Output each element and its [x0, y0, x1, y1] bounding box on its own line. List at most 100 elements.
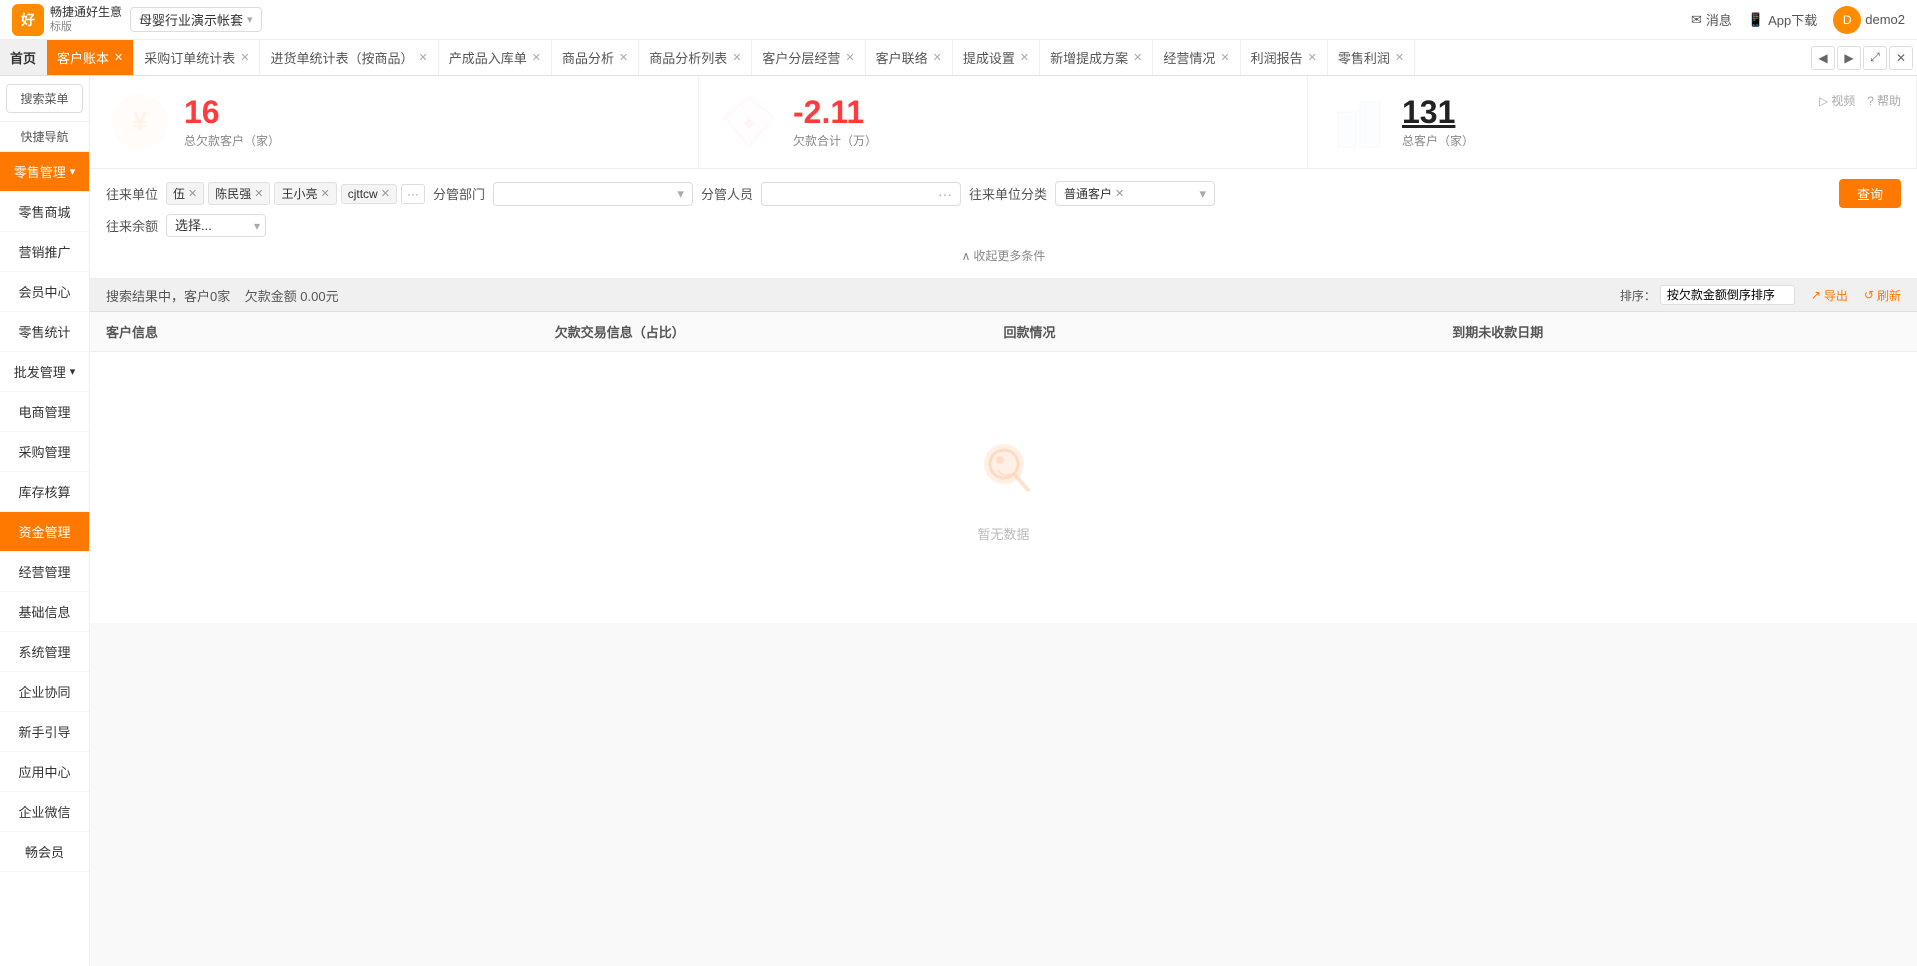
remove-tag-wu[interactable]: ✕ [188, 187, 197, 200]
sidebar-item-procurement[interactable]: 采购管理 [0, 432, 89, 472]
video-help-btn[interactable]: ▷ 视频 [1819, 92, 1855, 109]
sidebar-item-basic-info[interactable]: 基础信息 [0, 592, 89, 632]
remove-tag-wang[interactable]: ✕ [321, 187, 330, 200]
sidebar-item-marketing[interactable]: 营销推广 [0, 232, 89, 272]
sidebar-item-newbie-guide[interactable]: 新手引导 [0, 712, 89, 752]
remain-select[interactable]: 选择... [166, 214, 266, 237]
sidebar-item-retail-stats[interactable]: 零售统计 [0, 312, 89, 352]
query-button[interactable]: 查询 [1839, 179, 1901, 208]
close-icon[interactable]: ✕ [1395, 51, 1404, 64]
no-data-icon [964, 432, 1044, 512]
sidebar-item-vip[interactable]: 畅会员 [0, 832, 89, 872]
message-icon: ✉ [1691, 12, 1702, 28]
tab-add-commission[interactable]: 新增提成方案 ✕ [1040, 40, 1153, 76]
message-btn[interactable]: ✉ 消息 [1691, 10, 1732, 29]
app-label: App下载 [1768, 10, 1817, 29]
help-btn[interactable]: ? 帮助 [1867, 92, 1901, 109]
close-icon[interactable]: ✕ [240, 51, 249, 64]
search-result-info: 搜索结果中，客户0家 欠款金额 0.00元 [106, 286, 339, 305]
close-icon[interactable]: ✕ [1308, 51, 1317, 64]
close-icon[interactable]: ✕ [114, 51, 123, 64]
collapse-button[interactable]: ∧ 收起更多条件 [962, 247, 1046, 264]
tab-product-analysis[interactable]: 商品分析 ✕ [552, 40, 639, 76]
table-header: 客户信息 欠款交易信息（占比） 回款情况 到期未收款日期 [90, 312, 1917, 352]
close-icon[interactable]: ✕ [1220, 51, 1229, 64]
tab-customer-stratification[interactable]: 客户分层经营 ✕ [752, 40, 865, 76]
sidebar-item-system[interactable]: 系统管理 [0, 632, 89, 672]
sidebar-item-app-center[interactable]: 应用中心 [0, 752, 89, 792]
more-options-icon[interactable]: ··· [938, 186, 952, 202]
unit-tag-wu: 伍 ✕ [166, 182, 204, 205]
sidebar-item-retail-mall[interactable]: 零售商城 [0, 192, 89, 232]
more-tags-btn[interactable]: ··· [401, 184, 425, 204]
close-icon[interactable]: ✕ [1020, 51, 1029, 64]
sidebar-item-enterprise-wechat[interactable]: 企业微信 [0, 792, 89, 832]
user-menu[interactable]: D demo2 [1833, 6, 1905, 34]
sidebar-item-enterprise-collab[interactable]: 企业协同 [0, 672, 89, 712]
close-icon[interactable]: ✕ [419, 51, 428, 64]
sidebar-item-member-center[interactable]: 会员中心 [0, 272, 89, 312]
tab-product-analysis-list[interactable]: 商品分析列表 ✕ [639, 40, 752, 76]
person-label: 分管人员 [701, 184, 753, 203]
close-icon[interactable]: ✕ [532, 51, 541, 64]
tab-customer-ledger[interactable]: 客户账本 ✕ [47, 40, 134, 76]
tab-purchase-order-stats[interactable]: 采购订单统计表 ✕ [134, 40, 260, 76]
remain-select-wrap: 选择... [166, 214, 266, 237]
sidebar-item-inventory[interactable]: 库存核算 [0, 472, 89, 512]
sort-area: 排序： 按欠款金额倒序排序 [1620, 285, 1795, 305]
sort-select[interactable]: 按欠款金额倒序排序 [1660, 285, 1795, 305]
category-input[interactable]: 普通客户 ✕ ▾ [1055, 181, 1215, 206]
tab-retail-profit[interactable]: 零售利润 ✕ [1328, 40, 1415, 76]
remove-tag-chen[interactable]: ✕ [254, 187, 263, 200]
chevron-down-icon: ▾ [70, 365, 76, 378]
refresh-button[interactable]: ↺ 刷新 [1864, 287, 1901, 304]
close-icon[interactable]: ✕ [732, 51, 741, 64]
tab-operations[interactable]: 经营情况 ✕ [1153, 40, 1240, 76]
stat-help-area: ▷ 视频 ? 帮助 [1819, 92, 1901, 109]
tab-product-storage[interactable]: 产成品入库单 ✕ [439, 40, 552, 76]
quick-nav-button[interactable]: 快捷导航 [0, 122, 89, 152]
filter-row-1: 往来单位 伍 ✕ 陈民强 ✕ 王小亮 ✕ cjttcw [106, 179, 1901, 208]
col-header-customer-info: 客户信息 [106, 322, 555, 341]
stat-total-customers: 131 总客户（家） [1308, 76, 1917, 168]
play-circle-icon: ▷ [1819, 94, 1828, 108]
remove-tag-cjttcw[interactable]: ✕ [381, 187, 390, 200]
tab-customer-contact[interactable]: 客户联络 ✕ [866, 40, 953, 76]
tab-commission-settings[interactable]: 提成设置 ✕ [953, 40, 1040, 76]
table-container: 客户信息 欠款交易信息（占比） 回款情况 到期未收款日期 [90, 312, 1917, 623]
logo-area: 好 畅捷通好生意 标版 [12, 4, 122, 36]
close-icon[interactable]: ✕ [619, 51, 628, 64]
sidebar-search-area: 搜索菜单 [0, 76, 89, 122]
remove-category-tag[interactable]: ✕ [1115, 187, 1124, 200]
export-button[interactable]: ↗ 导出 [1811, 287, 1848, 304]
sidebar-item-operations-mgmt[interactable]: 经营管理 [0, 552, 89, 592]
tab-next-arrow[interactable]: ▶ [1837, 46, 1861, 70]
search-customers-count: 搜索结果中，客户0家 [106, 289, 230, 304]
person-input[interactable]: ··· [761, 182, 961, 206]
close-icon[interactable]: ✕ [933, 51, 942, 64]
tab-profit-report[interactable]: 利润报告 ✕ [1241, 40, 1328, 76]
store-selector[interactable]: 母婴行业演示帐套 ▾ [130, 7, 262, 32]
stat-total-debt-customers: ¥ 16 总欠款客户（家） [90, 76, 699, 168]
debt-amount-info: 欠款金额 0.00元 [245, 289, 339, 304]
stat-data-amount: -2.11 欠款合计（万） [793, 96, 877, 149]
app-download-btn[interactable]: 📱 App下载 [1748, 10, 1817, 29]
sidebar-item-retail-management[interactable]: 零售管理 ▾ [0, 152, 89, 192]
filter-row-2: 往来余额 选择... [106, 214, 1901, 237]
tab-expand-icon[interactable]: ⤢ [1863, 46, 1887, 70]
sidebar-item-ecommerce[interactable]: 电商管理 [0, 392, 89, 432]
logo-main: 畅捷通好生意 [50, 5, 122, 21]
close-icon[interactable]: ✕ [1133, 51, 1142, 64]
tab-home[interactable]: 首页 [0, 40, 47, 76]
tab-purchase-stats-by-product[interactable]: 进货单统计表（按商品） ✕ [260, 40, 438, 76]
sidebar-item-finance[interactable]: 资金管理 [0, 512, 89, 552]
tab-close-all-icon[interactable]: ✕ [1889, 46, 1913, 70]
top-bar-right: ✉ 消息 📱 App下载 D demo2 [1691, 6, 1905, 34]
sidebar-item-wholesale[interactable]: 批发管理 ▾ [0, 352, 89, 392]
close-icon[interactable]: ✕ [845, 51, 854, 64]
dept-input[interactable]: ▾ [493, 182, 693, 206]
building-icon [1328, 92, 1388, 152]
chevron-down-icon: ▾ [677, 186, 684, 202]
search-menu-button[interactable]: 搜索菜单 [6, 84, 83, 113]
tab-prev-arrow[interactable]: ◀ [1811, 46, 1835, 70]
